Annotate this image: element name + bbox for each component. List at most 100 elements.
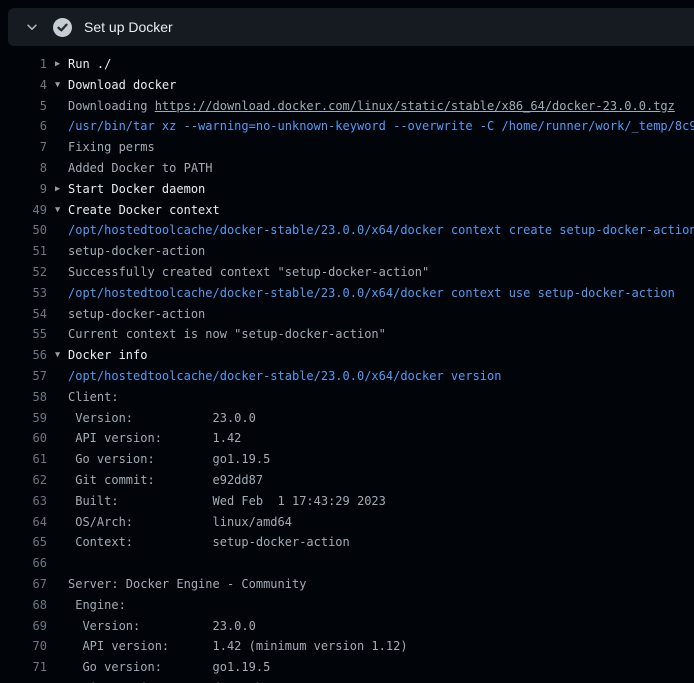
line-number[interactable]: 66 xyxy=(0,553,47,574)
step-status-badge xyxy=(52,17,72,37)
arrow-slot xyxy=(47,304,68,325)
log-line: 68 Engine: xyxy=(0,595,694,616)
log-segment: Built: Wed Feb 1 17:43:29 2023 xyxy=(68,494,386,508)
log-text: Client: xyxy=(68,387,694,408)
log-text: Downloading https://download.docker.com/… xyxy=(68,96,694,117)
log-link[interactable]: https://download.docker.com/linux/static… xyxy=(155,99,675,113)
log-segment: Successfully created context "setup-dock… xyxy=(68,265,429,279)
arrow-slot xyxy=(47,220,68,241)
line-number[interactable]: 64 xyxy=(0,512,47,533)
line-number[interactable]: 55 xyxy=(0,324,47,345)
line-number[interactable]: 51 xyxy=(0,241,47,262)
arrow-slot xyxy=(47,408,68,429)
line-number[interactable]: 6 xyxy=(0,116,47,137)
log-text: Current context is now "setup-docker-act… xyxy=(68,324,694,345)
log-group-row[interactable]: 49▼Create Docker context xyxy=(0,200,694,221)
log-text: Start Docker daemon xyxy=(68,179,694,200)
line-number[interactable]: 9 xyxy=(0,179,47,200)
log-text: OS/Arch: linux/amd64 xyxy=(68,512,694,533)
arrow-slot xyxy=(47,491,68,512)
line-number[interactable]: 4 xyxy=(0,75,47,96)
line-number[interactable]: 70 xyxy=(0,636,47,657)
log-line: 58 Client: xyxy=(0,387,694,408)
log-line: 62 Git commit: e92dd87 xyxy=(0,470,694,491)
log-text: /usr/bin/tar xz --warning=no-unknown-key… xyxy=(68,116,694,137)
line-number[interactable]: 56 xyxy=(0,345,47,366)
line-number[interactable]: 67 xyxy=(0,574,47,595)
collapse-step-button[interactable] xyxy=(20,15,44,39)
log-segment: Docker info xyxy=(68,348,147,362)
line-number[interactable]: 72 xyxy=(0,678,47,683)
log-group-row[interactable]: 4▼Download docker xyxy=(0,75,694,96)
line-number[interactable]: 71 xyxy=(0,657,47,678)
triangle-right-icon: ▶ xyxy=(47,54,68,75)
line-number[interactable]: 52 xyxy=(0,262,47,283)
log-line: 50/opt/hostedtoolcache/docker-stable/23.… xyxy=(0,220,694,241)
arrow-slot xyxy=(47,553,68,574)
line-number[interactable]: 57 xyxy=(0,366,47,387)
log-text: setup-docker-action xyxy=(68,304,694,325)
line-number[interactable]: 54 xyxy=(0,304,47,325)
line-number[interactable]: 7 xyxy=(0,137,47,158)
log-line: 69 Version: 23.0.0 xyxy=(0,616,694,637)
log-segment: /usr/bin/tar xz --warning=no-unknown-key… xyxy=(68,119,694,133)
arrow-slot xyxy=(47,428,68,449)
log-segment: API version: 1.42 xyxy=(68,431,241,445)
log-segment: Go version: go1.19.5 xyxy=(68,660,270,674)
log-text: Successfully created context "setup-dock… xyxy=(68,262,694,283)
line-number[interactable]: 69 xyxy=(0,616,47,637)
line-number[interactable]: 49 xyxy=(0,200,47,221)
log-line: 51setup-docker-action xyxy=(0,241,694,262)
line-number[interactable]: 68 xyxy=(0,595,47,616)
log-text: Go version: go1.19.5 xyxy=(68,657,694,678)
line-number[interactable]: 58 xyxy=(0,387,47,408)
log-group-row[interactable]: 9▶Start Docker daemon xyxy=(0,179,694,200)
log-segment: Version: 23.0.0 xyxy=(68,411,256,425)
triangle-down-icon: ▼ xyxy=(47,200,68,221)
log-segment: Engine: xyxy=(68,598,126,612)
arrow-slot xyxy=(47,324,68,345)
log-segment: Current context is now "setup-docker-act… xyxy=(68,327,386,341)
log-text: Added Docker to PATH xyxy=(68,158,694,179)
log-text: Engine: xyxy=(68,595,694,616)
log-group-row[interactable]: 1▶Run ./ xyxy=(0,54,694,75)
line-number[interactable]: 63 xyxy=(0,491,47,512)
arrow-slot xyxy=(47,96,68,117)
log-line: 66 xyxy=(0,553,694,574)
arrow-slot xyxy=(47,532,68,553)
line-number[interactable]: 1 xyxy=(0,54,47,75)
arrow-slot xyxy=(47,158,68,179)
log-line: 72 Git commit: d7573ab xyxy=(0,678,694,683)
line-number[interactable]: 53 xyxy=(0,283,47,304)
log-segment: Run ./ xyxy=(68,57,111,71)
log-text: Built: Wed Feb 1 17:43:29 2023 xyxy=(68,491,694,512)
log-line: 61 Go version: go1.19.5 xyxy=(0,449,694,470)
log-segment: Download docker xyxy=(68,78,176,92)
log-text: Go version: go1.19.5 xyxy=(68,449,694,470)
log-text: Version: 23.0.0 xyxy=(68,408,694,429)
log-area[interactable]: 1▶Run ./4▼Download docker5Downloading ht… xyxy=(0,46,694,683)
line-number[interactable]: 5 xyxy=(0,96,47,117)
log-line: 7Fixing perms xyxy=(0,137,694,158)
log-segment: Version: 23.0.0 xyxy=(68,619,256,633)
log-line: 71 Go version: go1.19.5 xyxy=(0,657,694,678)
log-line: 65 Context: setup-docker-action xyxy=(0,532,694,553)
arrow-slot xyxy=(47,387,68,408)
log-line: 6/usr/bin/tar xz --warning=no-unknown-ke… xyxy=(0,116,694,137)
line-number[interactable]: 65 xyxy=(0,532,47,553)
line-number[interactable]: 8 xyxy=(0,158,47,179)
step-header[interactable]: Set up Docker xyxy=(8,8,694,46)
log-group-row[interactable]: 56▼Docker info xyxy=(0,345,694,366)
log-segment: API version: 1.42 (minimum version 1.12) xyxy=(68,639,408,653)
log-segment: Git commit: e92dd87 xyxy=(68,473,263,487)
log-line: 70 API version: 1.42 (minimum version 1.… xyxy=(0,636,694,657)
log-text: Download docker xyxy=(68,75,694,96)
line-number[interactable]: 60 xyxy=(0,428,47,449)
line-number[interactable]: 50 xyxy=(0,220,47,241)
line-number[interactable]: 61 xyxy=(0,449,47,470)
log-text: Context: setup-docker-action xyxy=(68,532,694,553)
arrow-slot xyxy=(47,595,68,616)
line-number[interactable]: 59 xyxy=(0,408,47,429)
line-number[interactable]: 62 xyxy=(0,470,47,491)
step-title: Set up Docker xyxy=(84,19,173,35)
